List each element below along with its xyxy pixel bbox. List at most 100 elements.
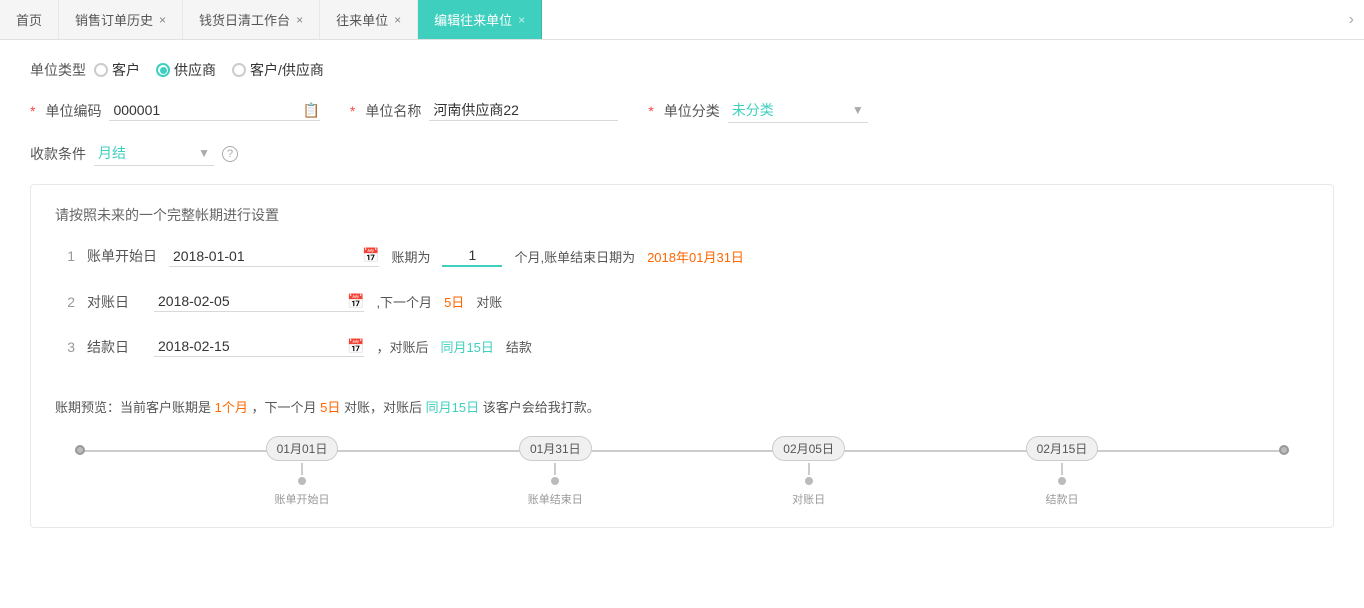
row-1-suffix-pre: 账期为 [391, 247, 430, 266]
preview-comma1: ，下一个月 [252, 400, 317, 415]
unit-type-label: 单位类型 [30, 60, 86, 80]
row-3-num: 3 [55, 339, 75, 355]
billing-start-row: 1 账单开始日 📅 账期为 个月,账单结束日期为 2018年01月31日 [55, 245, 1309, 267]
reconcile-row: 2 对账日 📅 ,下一个月 5日 对账 [55, 291, 1309, 312]
tab-edit-partner-label: 编辑往来单位 [434, 10, 512, 29]
row-1-label: 账单开始日 [87, 246, 157, 266]
unit-name-label: 单位名称 [365, 101, 421, 121]
main-content: 单位类型 客户 供应商 客户/供应商 * 单位编码 [0, 40, 1364, 608]
timeline-node-2-connector [554, 463, 556, 475]
payment-terms-select[interactable]: 月结 ▼ [94, 141, 214, 166]
help-icon[interactable]: ? [222, 146, 238, 162]
row-3-highlight: 同月15日 [440, 337, 493, 356]
unit-code-input-wrapper: 📋 [109, 100, 319, 121]
tab-partner-unit-close[interactable]: × [394, 13, 401, 27]
billing-start-calendar-icon[interactable]: 📅 [362, 247, 379, 264]
tab-partner-unit[interactable]: 往来单位 × [320, 0, 418, 39]
radio-both-circle [232, 63, 246, 77]
tab-partner-unit-label: 往来单位 [336, 10, 388, 29]
unit-type-radio-group: 客户 供应商 客户/供应商 [94, 60, 324, 80]
unit-type-row: 单位类型 客户 供应商 客户/供应商 [30, 60, 1334, 80]
unit-code-star: * [30, 103, 35, 119]
tab-sales-history-close[interactable]: × [159, 13, 166, 27]
radio-both-label: 客户/供应商 [250, 60, 324, 80]
tab-edit-partner[interactable]: 编辑往来单位 × [418, 0, 542, 39]
reconcile-date-field[interactable] [154, 291, 343, 311]
row-2-suffix-pre: ,下一个月 [376, 292, 432, 311]
reconcile-calendar-icon[interactable]: 📅 [347, 293, 364, 310]
radio-customer-circle [94, 63, 108, 77]
billing-period-input[interactable] [442, 245, 502, 267]
settings-panel: 请按照未来的一个完整帐期进行设置 1 账单开始日 📅 账期为 个月,账单结束日期… [30, 184, 1334, 528]
timeline-start-cap [75, 436, 85, 455]
tab-home[interactable]: 首页 [0, 0, 59, 39]
payment-row: 3 结款日 📅 ，对账后 同月15日 结款 [55, 336, 1309, 357]
timeline-node-3-connector [808, 463, 810, 475]
unit-name-star: * [350, 103, 355, 119]
timeline-node-1-dot [298, 477, 306, 485]
radio-both[interactable]: 客户/供应商 [232, 60, 324, 80]
timeline-node-2-dot [551, 477, 559, 485]
radio-supplier-label: 供应商 [174, 60, 216, 80]
radio-customer-label: 客户 [112, 60, 140, 80]
unit-category-value: 未分类 [732, 100, 846, 120]
timeline-node-3-label: 对账日 [792, 491, 825, 507]
preview-part2: 5日 [320, 400, 340, 415]
billing-start-date-input: 📅 [169, 246, 379, 267]
billing-start-date-field[interactable] [169, 246, 358, 266]
tab-sales-history-label: 销售订单历史 [75, 10, 153, 29]
reconcile-date-input: 📅 [154, 291, 364, 312]
row-3-suffix-pre: ，对账后 [376, 337, 428, 356]
unit-code-picker-icon[interactable]: 📋 [302, 102, 319, 119]
row-2-highlight: 5日 [444, 292, 464, 311]
timeline-node-3: 02月05日 对账日 [772, 436, 845, 507]
timeline-node-4: 02月15日 结款日 [1026, 436, 1099, 507]
timeline-container: 01月01日 账单开始日 01月31日 账单结束日 02月05日 [55, 436, 1309, 507]
tab-more-arrow[interactable]: › [1339, 11, 1364, 29]
row-2-suffix-post: 对账 [476, 292, 502, 311]
payment-terms-field: 收款条件 月结 ▼ ? [30, 141, 238, 166]
timeline-node-1: 01月01日 账单开始日 [266, 436, 339, 507]
radio-customer[interactable]: 客户 [94, 60, 140, 80]
timeline-node-3-date: 02月05日 [772, 436, 845, 461]
payment-terms-row: 收款条件 月结 ▼ ? [30, 141, 1334, 166]
preview-mid: 对账，对账后 [344, 400, 422, 415]
payment-terms-value: 月结 [98, 143, 192, 163]
tab-edit-partner-close[interactable]: × [518, 13, 525, 27]
panel-hint: 请按照未来的一个完整帐期进行设置 [55, 205, 1309, 225]
unit-type-field: 单位类型 客户 供应商 客户/供应商 [30, 60, 324, 80]
payment-date-input: 📅 [154, 336, 364, 357]
timeline-node-1-date: 01月01日 [266, 436, 339, 461]
timeline-node-4-dot [1058, 477, 1066, 485]
tab-cash-work[interactable]: 钱货日清工作台 × [183, 0, 320, 39]
payment-terms-label: 收款条件 [30, 144, 86, 164]
unit-name-input[interactable] [429, 100, 618, 121]
timeline-node-2-label: 账单结束日 [528, 491, 583, 507]
radio-supplier[interactable]: 供应商 [156, 60, 216, 80]
row-1-suffix-mid: 个月,账单结束日期为 [514, 247, 635, 266]
payment-calendar-icon[interactable]: 📅 [347, 338, 364, 355]
tabs-bar: 首页 销售订单历史 × 钱货日清工作台 × 往来单位 × 编辑往来单位 × › [0, 0, 1364, 40]
unit-category-arrow: ▼ [852, 103, 864, 117]
row-2-label: 对账日 [87, 292, 142, 312]
preview-label: 账期预览：当前客户账期是 [55, 400, 211, 415]
preview-part3: 同月15日 [426, 400, 479, 415]
row-1-num: 1 [55, 248, 75, 264]
timeline-row: 01月01日 账单开始日 01月31日 账单结束日 02月05日 [75, 436, 1289, 507]
preview-text: 账期预览：当前客户账期是 1个月 ，下一个月 5日 对账，对账后 同月15日 该… [55, 397, 1309, 416]
unit-info-row: * 单位编码 📋 * 单位名称 * 单位分类 未分类 ▼ [30, 98, 1334, 123]
unit-category-select[interactable]: 未分类 ▼ [728, 98, 868, 123]
unit-code-input[interactable] [109, 100, 298, 120]
tab-cash-work-close[interactable]: × [296, 13, 303, 27]
payment-date-field[interactable] [154, 336, 343, 356]
unit-code-label: 单位编码 [45, 101, 101, 121]
tab-cash-work-label: 钱货日清工作台 [199, 10, 290, 29]
tab-home-label: 首页 [16, 10, 42, 29]
radio-supplier-circle [156, 63, 170, 77]
timeline-node-4-connector [1061, 463, 1063, 475]
timeline-end-cap [1279, 436, 1289, 455]
timeline-node-2-date: 01月31日 [519, 436, 592, 461]
tab-sales-history[interactable]: 销售订单历史 × [59, 0, 183, 39]
payment-terms-arrow: ▼ [198, 146, 210, 160]
unit-category-label: 单位分类 [664, 101, 720, 121]
